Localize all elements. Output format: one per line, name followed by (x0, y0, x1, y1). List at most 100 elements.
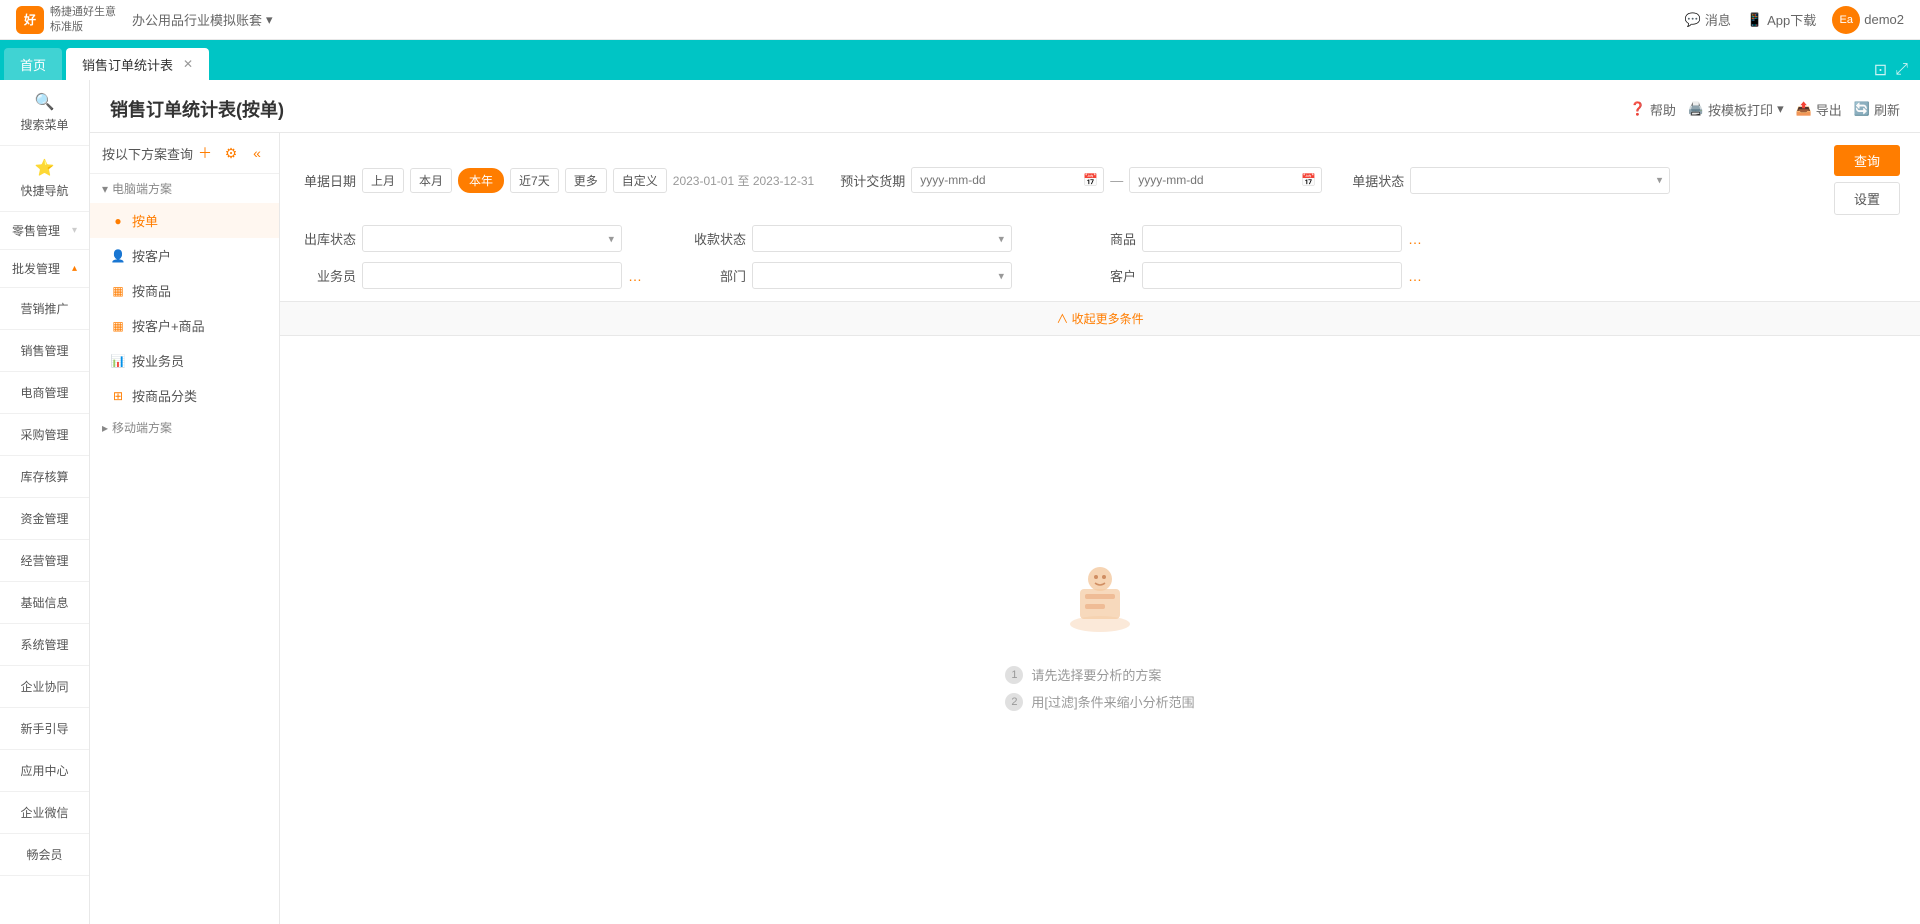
print-template-button[interactable]: 🖨️ 按模板打印 ▾ (1688, 100, 1784, 119)
sidebar-item-finance[interactable]: 资金管理 (0, 498, 89, 540)
tree-item-by-customer[interactable]: 👤 按客户 (90, 238, 279, 273)
help-button[interactable]: ❓ 帮助 (1630, 100, 1676, 119)
tab-home[interactable]: 首页 (4, 48, 62, 80)
tab-close-icon[interactable]: ✕ (183, 57, 193, 71)
receipt-status-select[interactable] (752, 225, 1012, 252)
sidebar-item-newbie[interactable]: 新手引导 (0, 708, 89, 750)
nav-tabs: 首页 销售订单统计表 ✕ ⊡ ⤢ (0, 40, 1920, 80)
sidebar-item-operations[interactable]: 经营管理 (0, 540, 89, 582)
sidebar-item-system[interactable]: 系统管理 (0, 624, 89, 666)
content-area: 销售订单统计表(按单) ❓ 帮助 🖨️ 按模板打印 ▾ 📤 导出 🔄 刷新 (90, 80, 1920, 924)
empty-state: 1 请先选择要分析的方案 2 用[过滤]条件来缩小分析范围 (280, 336, 1920, 924)
page-title: 销售订单统计表(按单) (110, 96, 284, 122)
add-scheme-icon[interactable]: ＋ (195, 143, 215, 163)
refresh-button[interactable]: 🔄 刷新 (1854, 100, 1900, 119)
sidebar-item-ecommerce[interactable]: 电商管理 (0, 372, 89, 414)
date-btn-this-year[interactable]: 本年 (458, 168, 504, 193)
sidebar-item-wecom[interactable]: 企业微信 (0, 792, 89, 834)
refresh-icon: 🔄 (1854, 101, 1870, 117)
window-maximize-icon[interactable]: ⤢ (1895, 61, 1908, 79)
tab-sales-order[interactable]: 销售订单统计表 ✕ (66, 48, 209, 80)
chevron-down-icon: ▾ (72, 225, 77, 236)
window-restore-icon[interactable]: ⊡ (1874, 60, 1887, 80)
top-bar-left: 好 畅捷通好生意 标准版 办公用品行业模拟账套 ▾ (16, 5, 281, 34)
query-button[interactable]: 查询 (1834, 145, 1900, 176)
filter-receiptstatus-field: 收款状态 (690, 225, 1070, 252)
sidebar: 🔍 搜索菜单 ⭐ 快捷导航 零售管理 ▾ 批发管理 ▴ 营销推广 销售管理 电商… (0, 80, 90, 924)
help-icon: ❓ (1630, 101, 1646, 117)
filter-expected-date-end-wrapper (1129, 167, 1322, 193)
business-input[interactable] (362, 262, 622, 289)
filter-outstatus-wrapper (362, 225, 622, 252)
out-status-select[interactable] (362, 225, 622, 252)
logo-text: 畅捷通好生意 标准版 (50, 5, 116, 34)
app-selector[interactable]: 办公用品行业模拟账套 ▾ (124, 6, 281, 33)
sidebar-item-app-center[interactable]: 应用中心 (0, 750, 89, 792)
sidebar-item-quicknav[interactable]: ⭐ 快捷导航 (0, 146, 89, 212)
date-btn-7days[interactable]: 近7天 (510, 168, 559, 193)
page-actions: ❓ 帮助 🖨️ 按模板打印 ▾ 📤 导出 🔄 刷新 (1630, 100, 1900, 119)
app-download-action[interactable]: 📱 App下载 (1747, 10, 1816, 29)
tree-item-by-goods[interactable]: ▦ 按商品 (90, 273, 279, 308)
sidebar-item-retail[interactable]: 零售管理 ▾ (0, 212, 89, 250)
right-content: 单据日期 上月 本月 本年 近7天 更多 自定义 2023-01-01 至 20… (280, 133, 1920, 924)
filter-receiptstatus-wrapper (752, 225, 1012, 252)
filter-outstatus-field: 出库状态 (300, 225, 680, 252)
grid-icon: ▦ (110, 283, 126, 299)
sidebar-item-marketing[interactable]: 营销推广 (0, 288, 89, 330)
date-btn-last-month[interactable]: 上月 (362, 168, 404, 193)
user-area[interactable]: Ea demo2 (1832, 6, 1904, 34)
date-btn-more[interactable]: 更多 (565, 168, 607, 193)
dept-select[interactable] (752, 262, 1012, 289)
sidebar-item-basic-info[interactable]: 基础信息 (0, 582, 89, 624)
tree-group-pc[interactable]: ▾ 电脑端方案 (90, 174, 279, 203)
collapse-panel-icon[interactable]: « (247, 143, 267, 163)
collapse-icon: ∧ (1056, 312, 1071, 326)
customer-input[interactable] (1142, 262, 1402, 289)
download-icon: 📱 (1747, 12, 1763, 28)
search-icon: 🔍 (35, 92, 55, 112)
sidebar-item-purchase[interactable]: 采购管理 (0, 414, 89, 456)
empty-svg (1050, 549, 1150, 649)
settings-scheme-icon[interactable]: ⚙ (221, 143, 241, 163)
chart-icon: 📊 (110, 353, 126, 369)
sidebar-item-search[interactable]: 🔍 搜索菜单 (0, 80, 89, 146)
sidebar-item-member[interactable]: 畅会员 (0, 834, 89, 876)
empty-tips: 1 请先选择要分析的方案 2 用[过滤]条件来缩小分析范围 (1005, 665, 1194, 711)
business-more-icon[interactable]: … (628, 268, 642, 284)
sidebar-item-wholesale[interactable]: 批发管理 ▴ (0, 250, 89, 288)
empty-illustration (1050, 549, 1150, 649)
goods-input[interactable] (1142, 225, 1402, 252)
expected-date-start-input[interactable] (911, 167, 1104, 193)
customer-more-icon[interactable]: … (1408, 268, 1422, 284)
left-panel-header: 按以下方案查询 ＋ ⚙ « (90, 133, 279, 174)
query-btn-area: 查询 设置 (1834, 145, 1900, 215)
date-btn-this-month[interactable]: 本月 (410, 168, 452, 193)
empty-tip-1: 1 请先选择要分析的方案 (1005, 665, 1194, 684)
tree-item-by-order[interactable]: ● 按单 (90, 203, 279, 238)
message-action[interactable]: 💬 消息 (1685, 10, 1731, 29)
tree-arrow-expanded: ▾ (102, 182, 108, 196)
sidebar-item-inventory[interactable]: 库存核算 (0, 456, 89, 498)
filter-dept-field: 部门 (690, 262, 1070, 289)
tree-item-by-goods-category[interactable]: ⊞ 按商品分类 (90, 378, 279, 413)
person-icon: 👤 (110, 248, 126, 264)
tree-group-mobile[interactable]: ▸ 移动端方案 (90, 413, 279, 442)
tree-item-by-customer-goods[interactable]: ▦ 按客户+商品 (90, 308, 279, 343)
status-select[interactable] (1410, 167, 1670, 194)
collapse-bar[interactable]: ∧ 收起更多条件 (280, 302, 1920, 336)
expected-date-end-input[interactable] (1129, 167, 1322, 193)
export-button[interactable]: 📤 导出 (1796, 100, 1842, 119)
date-btn-custom[interactable]: 自定义 (613, 168, 667, 193)
filter-date-buttons: 上月 本月 本年 近7天 更多 自定义 (362, 168, 667, 193)
tree-item-by-salesperson[interactable]: 📊 按业务员 (90, 343, 279, 378)
sidebar-item-corp-collab[interactable]: 企业协同 (0, 666, 89, 708)
filter-goods-field: 商品 … (1080, 225, 1900, 252)
nav-window-actions: ⊡ ⤢ (1874, 60, 1920, 80)
goods-more-icon[interactable]: … (1408, 231, 1422, 247)
sidebar-item-sales[interactable]: 销售管理 (0, 330, 89, 372)
reset-button[interactable]: 设置 (1834, 182, 1900, 215)
logo-icon: 好 (16, 6, 44, 34)
filter-section: 单据日期 上月 本月 本年 近7天 更多 自定义 2023-01-01 至 20… (280, 133, 1920, 302)
body-layout: 按以下方案查询 ＋ ⚙ « ▾ 电脑端方案 ● 按单 👤 (90, 133, 1920, 924)
